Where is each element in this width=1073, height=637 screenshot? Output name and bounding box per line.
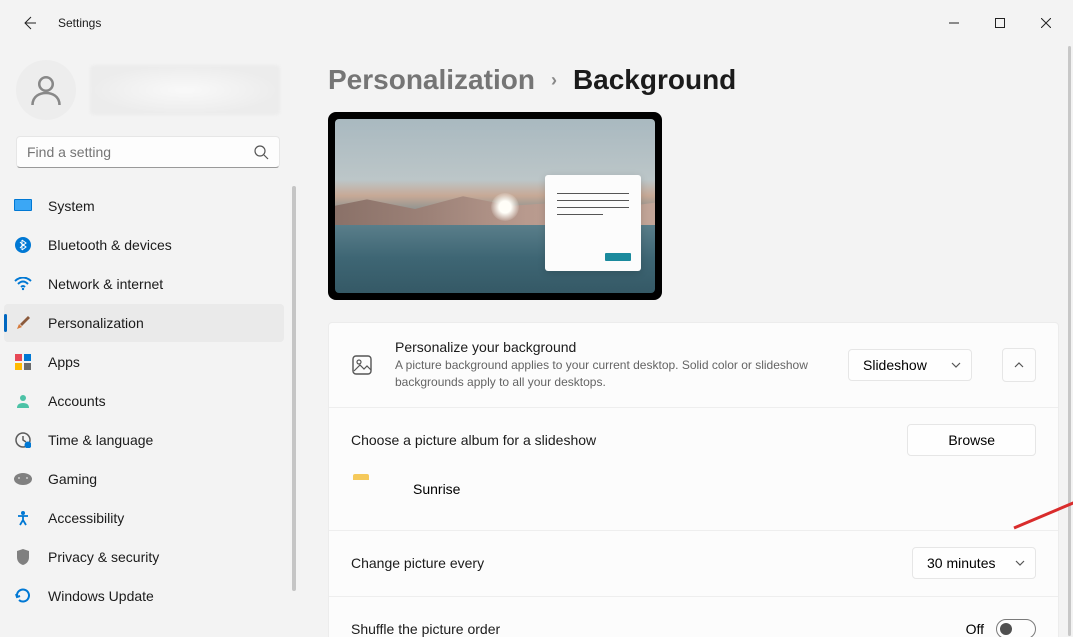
chevron-down-icon [951,360,961,370]
sidebar-item-gaming[interactable]: Gaming [4,460,284,498]
gaming-icon [14,470,32,488]
sidebar-item-bluetooth[interactable]: Bluetooth & devices [4,226,284,264]
desktop-preview [328,112,662,300]
minimize-icon [949,18,959,28]
picture-icon [351,354,373,376]
preview-window [545,175,641,271]
folder-name: Sunrise [413,481,460,497]
chevron-down-icon [1015,558,1025,568]
apps-icon [14,353,32,371]
maximize-button[interactable] [977,0,1023,46]
nav-label: Accounts [48,393,106,409]
user-name-redacted [90,65,280,115]
toggle-label: Off [966,621,984,637]
personalize-background-row[interactable]: Personalize your background A picture ba… [329,323,1058,407]
search-input[interactable] [16,136,280,168]
row-title: Shuffle the picture order [351,621,944,637]
shield-icon [14,548,32,566]
search-icon [253,144,269,160]
nav: System Bluetooth & devices Network & int… [0,186,296,637]
interval-dropdown[interactable]: 30 minutes [912,547,1036,579]
chevron-up-icon [1013,359,1025,371]
row-title: Change picture every [351,555,890,571]
row-subtitle: A picture background applies to your cur… [395,357,826,391]
window-controls [931,0,1069,46]
search-field[interactable] [27,144,253,160]
nav-label: System [48,198,95,214]
maximize-icon [995,18,1005,28]
main-content: Personalization › Background Personaliz [296,46,1073,637]
nav-label: Personalization [48,315,144,331]
clock-icon [14,431,32,449]
nav-label: Network & internet [48,276,163,292]
scrollbar[interactable] [1068,46,1071,636]
browse-button[interactable]: Browse [907,424,1036,456]
avatar [16,60,76,120]
row-title: Choose a picture album for a slideshow [351,432,907,448]
background-settings-card: Personalize your background A picture ba… [328,322,1059,637]
sidebar: System Bluetooth & devices Network & int… [0,46,296,637]
shuffle-toggle[interactable] [996,619,1036,637]
sidebar-item-network[interactable]: Network & internet [4,265,284,303]
title-bar: Settings [0,0,1073,46]
sidebar-item-accounts[interactable]: Accounts [4,382,284,420]
sidebar-item-apps[interactable]: Apps [4,343,284,381]
person-icon [28,72,64,108]
sidebar-item-personalization[interactable]: Personalization [4,304,284,342]
sidebar-item-accessibility[interactable]: Accessibility [4,499,284,537]
sidebar-item-update[interactable]: Windows Update [4,577,284,615]
dropdown-value: Slideshow [863,357,927,373]
dropdown-value: 30 minutes [927,555,995,571]
nav-label: Windows Update [48,588,154,604]
minimize-button[interactable] [931,0,977,46]
background-type-dropdown[interactable]: Slideshow [848,349,972,381]
nav-label: Time & language [48,432,153,448]
nav-label: Privacy & security [48,549,159,565]
wifi-icon [14,275,32,293]
folder-icon [353,474,389,504]
nav-label: Gaming [48,471,97,487]
back-button[interactable] [10,4,48,42]
album-row: Choose a picture album for a slideshow B… [329,407,1058,530]
update-icon [14,587,32,605]
shuffle-row: Shuffle the picture order Off [329,596,1058,637]
close-icon [1041,18,1051,28]
display-icon [14,197,32,215]
window-title: Settings [58,16,101,30]
arrow-left-icon [21,15,37,31]
breadcrumb-parent[interactable]: Personalization [328,64,535,96]
nav-label: Bluetooth & devices [48,237,172,253]
expand-button[interactable] [1002,348,1036,382]
user-account[interactable] [0,56,296,136]
sidebar-item-time[interactable]: Time & language [4,421,284,459]
preview-wallpaper [335,119,655,293]
paintbrush-icon [14,314,32,332]
page-title: Background [573,64,736,96]
bluetooth-icon [14,236,32,254]
close-button[interactable] [1023,0,1069,46]
accounts-icon [14,392,32,410]
row-title: Personalize your background [395,339,826,355]
accessibility-icon [14,509,32,527]
breadcrumb: Personalization › Background [328,64,1059,96]
sidebar-item-system[interactable]: System [4,187,284,225]
selected-album[interactable]: Sunrise [351,468,1036,514]
change-picture-row: Change picture every 30 minutes [329,530,1058,596]
chevron-right-icon: › [551,70,557,91]
nav-label: Accessibility [48,510,124,526]
sidebar-item-privacy[interactable]: Privacy & security [4,538,284,576]
nav-label: Apps [48,354,80,370]
